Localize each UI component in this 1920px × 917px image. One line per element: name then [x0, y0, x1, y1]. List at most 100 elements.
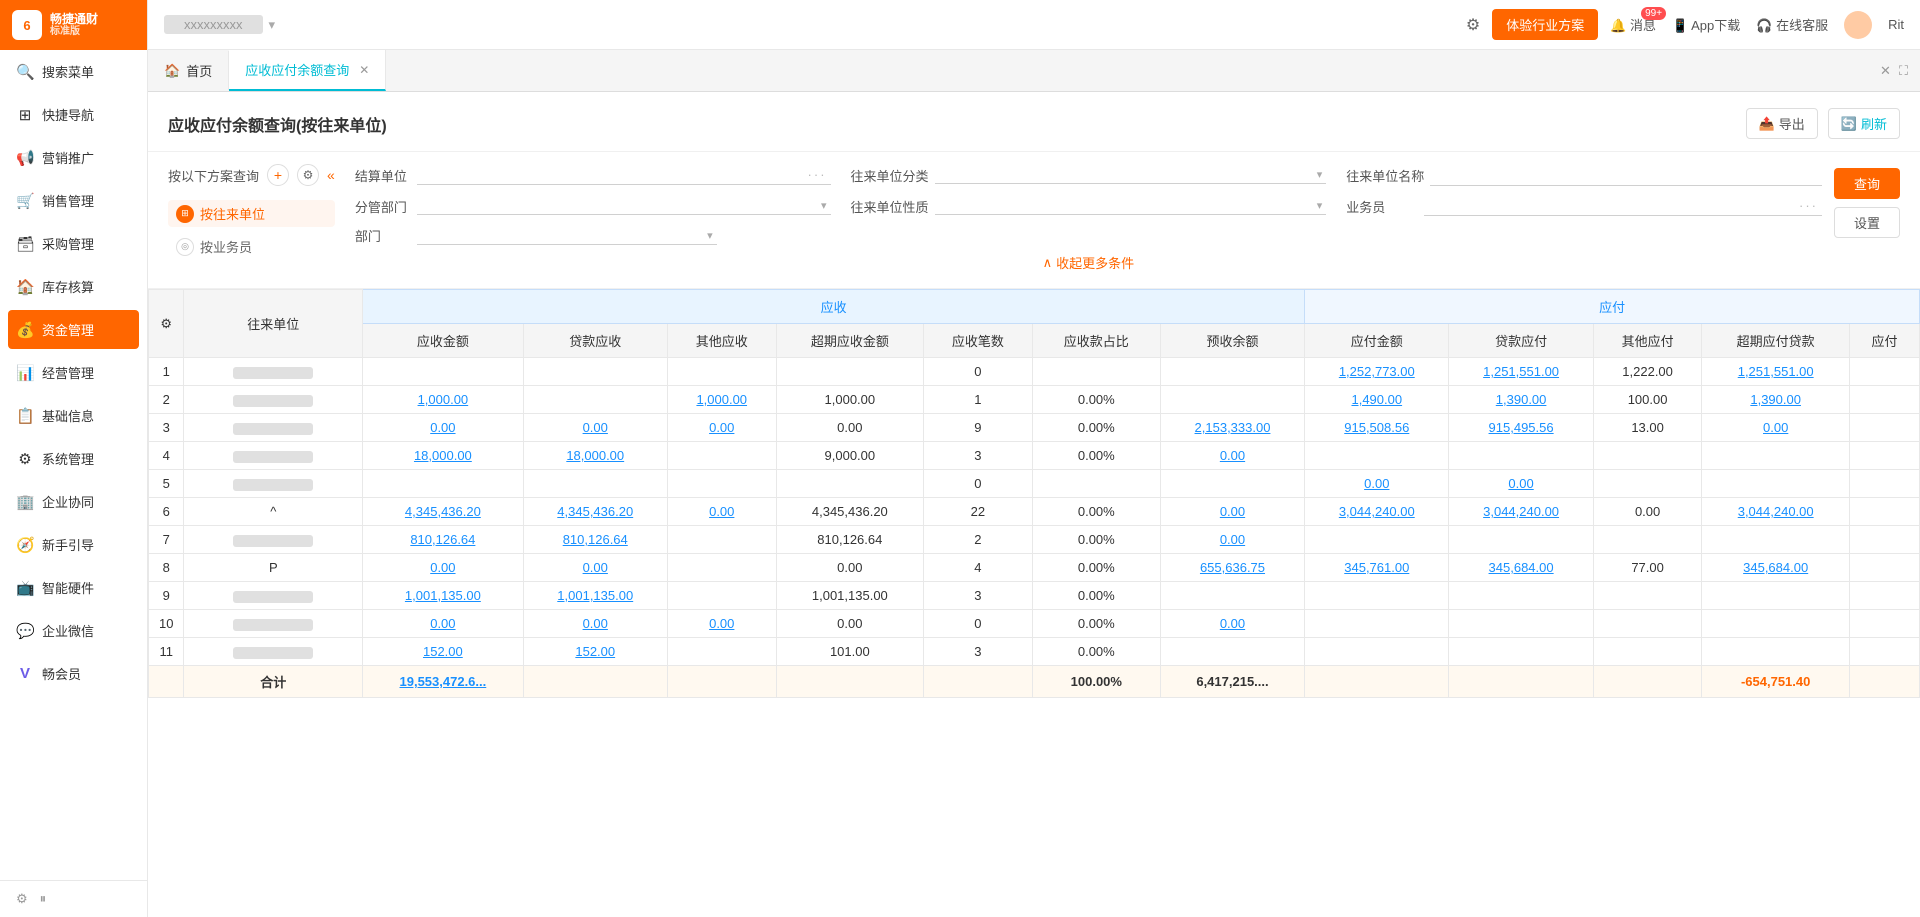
sidebar-settings-icon[interactable]: ⚙	[16, 891, 28, 907]
table-cell[interactable]: 152.00	[523, 638, 667, 666]
sidebar-item-corp-collab[interactable]: 🏢 企业协同	[0, 480, 147, 523]
setting-button[interactable]: 设置	[1834, 207, 1900, 238]
table-cell[interactable]: 1,490.00	[1305, 386, 1449, 414]
table-cell[interactable]: 345,761.00	[1305, 554, 1449, 582]
table-cell[interactable]: 0.00	[667, 498, 776, 526]
table-cell[interactable]: 0.00	[1160, 498, 1304, 526]
table-cell[interactable]: 0.00	[523, 414, 667, 442]
sidebar-item-inventory[interactable]: 🏠 库存核算	[0, 265, 147, 308]
table-cell[interactable]: 0.00	[523, 610, 667, 638]
partner-cell[interactable]	[184, 610, 363, 638]
collapse-btn[interactable]: ∧ 收起更多条件	[355, 249, 1822, 276]
partner-cell[interactable]	[184, 582, 363, 610]
partner-cell[interactable]: P	[184, 554, 363, 582]
dept-managed-select[interactable]: ▾	[417, 197, 831, 215]
table-cell[interactable]: 0.00	[1160, 610, 1304, 638]
tab-ar-ap-query[interactable]: 应收应付余额查询 ✕	[229, 50, 386, 91]
sidebar-item-sales[interactable]: 🛒 销售管理	[0, 179, 147, 222]
topbar-gear-icon[interactable]: ⚙	[1466, 15, 1480, 35]
filter-settings-icon[interactable]: ⚙	[297, 164, 319, 186]
sidebar-item-basic-info[interactable]: 📋 基础信息	[0, 394, 147, 437]
table-cell[interactable]: 0.00	[1160, 526, 1304, 554]
query-button[interactable]: 查询	[1834, 168, 1900, 199]
sidebar-item-newbie[interactable]: 🧭 新手引导	[0, 523, 147, 566]
table-cell[interactable]: 2,153,333.00	[1160, 414, 1304, 442]
table-cell[interactable]: 0.00	[1305, 470, 1449, 498]
partner-cell[interactable]	[184, 638, 363, 666]
sidebar-item-purchase[interactable]: 🗃 采购管理	[0, 222, 147, 265]
cta-button[interactable]: 体验行业方案	[1492, 9, 1598, 40]
refresh-button[interactable]: 🔄 刷新	[1828, 108, 1900, 139]
table-cell[interactable]: 1,390.00	[1449, 386, 1593, 414]
sidebar-item-sys-mgmt[interactable]: ⚙ 系统管理	[0, 437, 147, 480]
table-cell[interactable]: 0.00	[523, 554, 667, 582]
partner-name-input[interactable]	[1430, 164, 1822, 186]
partner-cell[interactable]: ^	[184, 498, 363, 526]
filter-nav-partner[interactable]: ⊞ 按往来单位	[168, 200, 335, 227]
table-cell[interactable]: 1,252,773.00	[1305, 358, 1449, 386]
partner-cell[interactable]	[184, 386, 363, 414]
filter-add-icon[interactable]: +	[267, 164, 289, 186]
sidebar-item-marketing[interactable]: 📢 营销推广	[0, 136, 147, 179]
table-cell[interactable]: 655,636.75	[1160, 554, 1304, 582]
table-cell[interactable]: 4,345,436.20	[363, 498, 523, 526]
table-cell[interactable]: 0.00	[667, 610, 776, 638]
table-cell[interactable]: 345,684.00	[1449, 554, 1593, 582]
table-cell[interactable]: 0.00	[1160, 442, 1304, 470]
table-cell[interactable]: 0.00	[667, 414, 776, 442]
table-cell[interactable]: 3,044,240.00	[1305, 498, 1449, 526]
partner-cell[interactable]	[184, 414, 363, 442]
settlement-input-wrap[interactable]: ···	[417, 165, 831, 185]
sidebar-item-quick-nav[interactable]: ⊞ 快捷导航	[0, 93, 147, 136]
table-cell[interactable]: 915,508.56	[1305, 414, 1449, 442]
app-download-btn[interactable]: 📱 App下载	[1672, 15, 1740, 34]
table-cell[interactable]: 1,251,551.00	[1449, 358, 1593, 386]
table-cell[interactable]: 915,495.56	[1449, 414, 1593, 442]
table-cell[interactable]: 18,000.00	[363, 442, 523, 470]
table-cell[interactable]: 152.00	[363, 638, 523, 666]
table-settings-icon[interactable]: ⚙	[160, 316, 172, 331]
table-cell[interactable]: 3,044,240.00	[1702, 498, 1849, 526]
table-cell[interactable]: 18,000.00	[523, 442, 667, 470]
filter-collapse-arrow[interactable]: «	[327, 167, 335, 183]
tab-home[interactable]: 🏠 首页	[148, 51, 229, 90]
filter-nav-salesperson[interactable]: ◎ 按业务员	[168, 233, 335, 260]
partner-cell[interactable]	[184, 442, 363, 470]
table-cell[interactable]: 1,390.00	[1702, 386, 1849, 414]
table-cell[interactable]: 1,251,551.00	[1702, 358, 1849, 386]
dept-select[interactable]: ▾	[417, 227, 717, 245]
table-cell[interactable]: 810,126.64	[363, 526, 523, 554]
table-cell[interactable]: 1,001,135.00	[363, 582, 523, 610]
sidebar-collapse-icon[interactable]: ⏸	[40, 891, 47, 907]
sidebar-item-corp-wechat[interactable]: 💬 企业微信	[0, 609, 147, 652]
table-cell[interactable]: 0.00	[1702, 414, 1849, 442]
table-cell[interactable]: 0.00	[1449, 470, 1593, 498]
sidebar-item-finance[interactable]: 💰 资金管理	[8, 310, 139, 349]
table-cell[interactable]: 1,000.00	[667, 386, 776, 414]
partner-cell[interactable]	[184, 526, 363, 554]
export-button[interactable]: 📤 导出	[1746, 108, 1818, 139]
online-service-btn[interactable]: 🎧 在线客服	[1756, 15, 1828, 34]
total-ar-amount[interactable]: 19,553,472.6...	[363, 666, 523, 698]
salesperson-dots[interactable]: ···	[1424, 196, 1822, 216]
table-cell[interactable]: 4,345,436.20	[523, 498, 667, 526]
table-cell[interactable]: 810,126.64	[523, 526, 667, 554]
notifications-btn[interactable]: 🔔 消息 99+	[1610, 15, 1656, 34]
window-expand-icon[interactable]: ⛶	[1899, 63, 1908, 79]
table-cell[interactable]: 0.00	[363, 554, 523, 582]
avatar[interactable]	[1844, 11, 1872, 39]
sidebar-item-search-menu[interactable]: 🔍 搜索菜单	[0, 50, 147, 93]
sidebar-item-operations[interactable]: 📊 经营管理	[0, 351, 147, 394]
partner-category-select[interactable]: ▾	[935, 166, 1327, 184]
table-cell[interactable]: 0.00	[363, 414, 523, 442]
table-cell[interactable]: 1,000.00	[363, 386, 523, 414]
table-cell[interactable]: 0.00	[363, 610, 523, 638]
window-close-icon[interactable]: ✕	[1880, 63, 1891, 79]
partner-cell[interactable]	[184, 358, 363, 386]
partner-cell[interactable]	[184, 470, 363, 498]
table-cell[interactable]: 1,001,135.00	[523, 582, 667, 610]
th-settings[interactable]: ⚙	[149, 290, 184, 358]
sidebar-item-member[interactable]: V 畅会员	[0, 652, 147, 695]
tab-close-icon[interactable]: ✕	[359, 63, 369, 77]
sidebar-item-smart-hw[interactable]: 📺 智能硬件	[0, 566, 147, 609]
